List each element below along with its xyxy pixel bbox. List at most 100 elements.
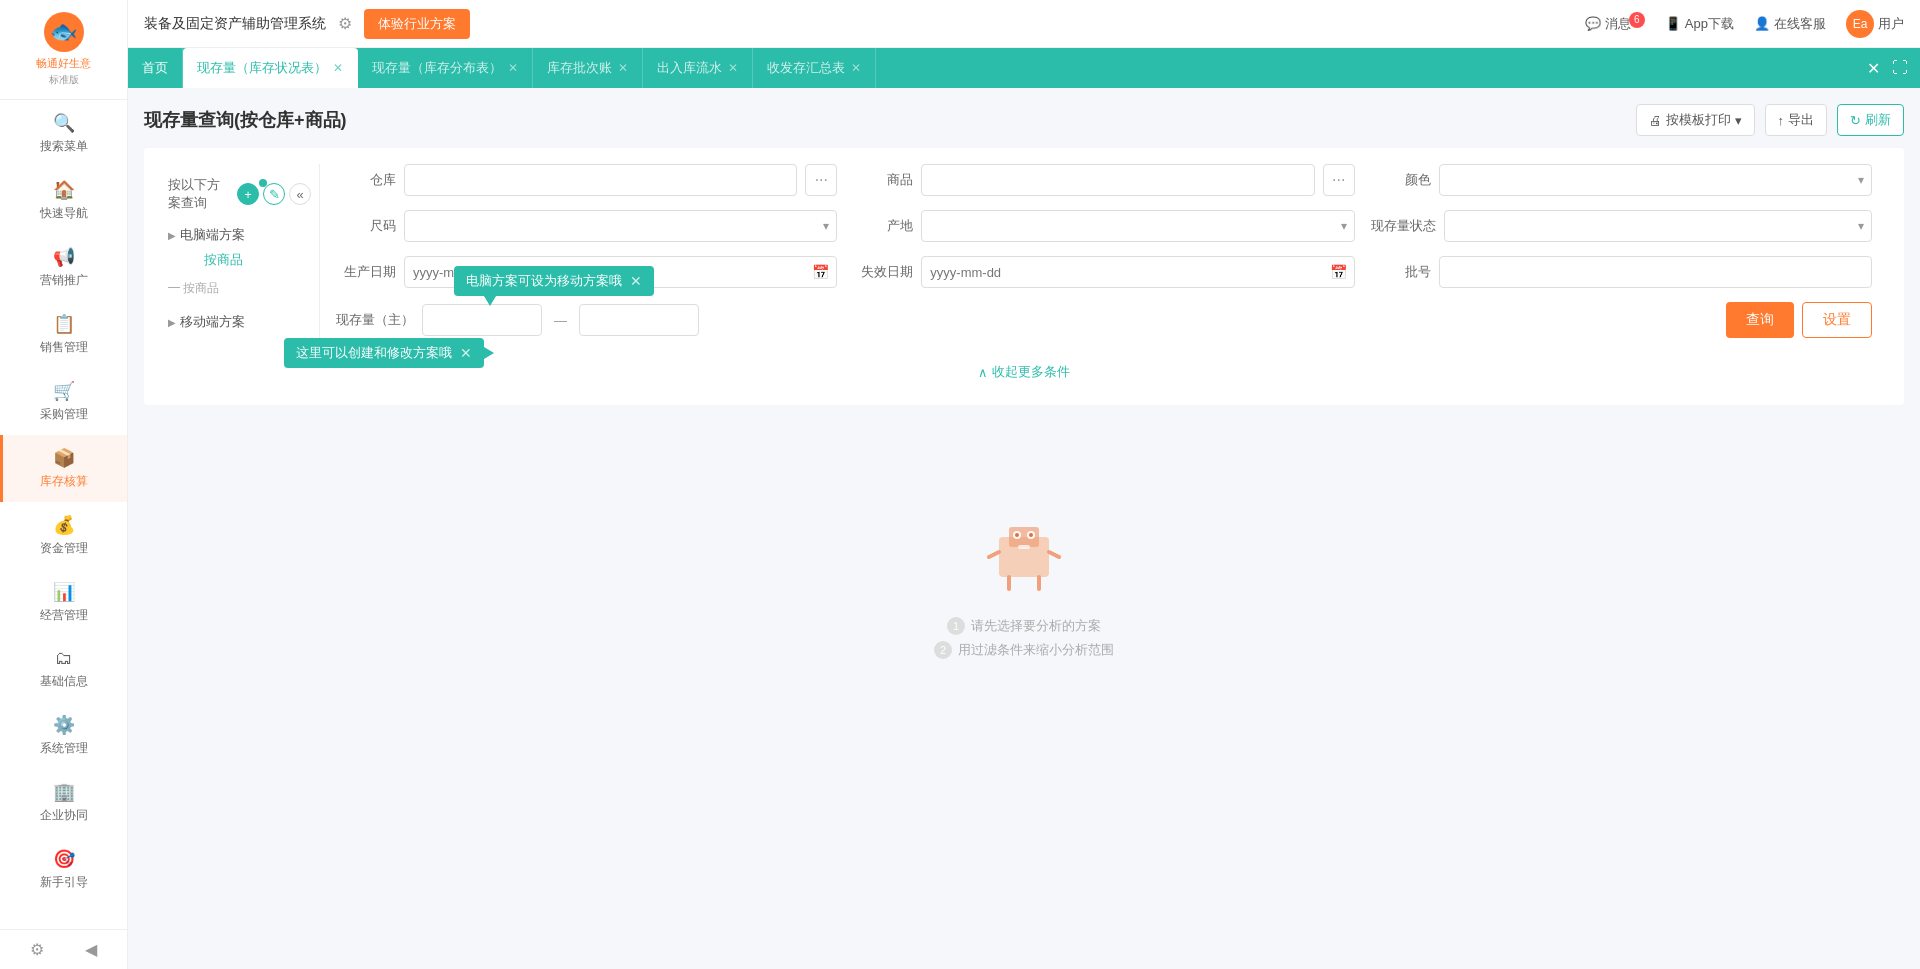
collapse-sidebar-btn[interactable]: ◀: [85, 940, 97, 959]
sidebar-item-quick-nav[interactable]: 🏠 快速导航: [0, 167, 127, 234]
sidebar-item-system[interactable]: ⚙️ 系统管理: [0, 702, 127, 769]
sidebar-item-marketing[interactable]: 📢 营销推广: [0, 234, 127, 301]
sidebar-item-enterprise[interactable]: 🏢 企业协同: [0, 769, 127, 836]
expand-mobile-icon: ▶: [168, 317, 176, 328]
sidebar-item-finance[interactable]: 💰 资金管理: [0, 502, 127, 569]
sidebar-item-sales[interactable]: 📋 销售管理: [0, 301, 127, 368]
user-item[interactable]: Ea 用户: [1846, 10, 1904, 38]
expand-icon: ▶: [168, 230, 176, 241]
tab-inout-flow[interactable]: 出入库流水 ✕: [643, 48, 753, 88]
scheme-panel: 按以下方案查询 + ✎ « ▶ 电脑端方案: [160, 164, 320, 355]
origin-select[interactable]: [921, 210, 1354, 242]
expire-date-start-wrapper: 📅: [921, 256, 1354, 288]
filter-field-status: 现存量状态 ▾: [1371, 210, 1872, 242]
scheme-desktop-node[interactable]: ▶ 电脑端方案: [160, 222, 319, 248]
export-btn[interactable]: ↑ 导出: [1765, 104, 1828, 136]
finance-icon: 💰: [53, 514, 75, 536]
basic-info-icon: 🗂: [55, 648, 73, 669]
sidebar-item-operations[interactable]: 📊 经营管理: [0, 569, 127, 636]
tab-inventory-status[interactable]: 现存量（库存状况表） ✕: [183, 48, 358, 88]
expire-date-start-input[interactable]: [921, 256, 1354, 288]
notification-item[interactable]: 💬 消息 6: [1585, 15, 1645, 33]
industry-btn[interactable]: 体验行业方案: [364, 9, 470, 39]
warehouse-ellipsis-btn[interactable]: ···: [805, 164, 837, 196]
print-template-btn[interactable]: 🖨 按模板打印 ▾: [1636, 104, 1755, 136]
tab-home[interactable]: 首页: [128, 48, 183, 88]
tab-inventory-dist-label: 现存量（库存分布表）: [372, 59, 502, 77]
tooltip-close-btn-1[interactable]: ✕: [630, 273, 642, 289]
sidebar: 🐟 畅通好生意 标准版 🔍 搜索菜单 🏠 快速导航 📢 营销推广 📋 销售管理 …: [0, 0, 128, 969]
app-header: 装备及固定资产辅助管理系统 ⚙ 体验行业方案 💬 消息 6 📱 App下载 👤 …: [128, 0, 1920, 48]
online-service-item[interactable]: 👤 在线客服: [1754, 15, 1826, 33]
avatar: Ea: [1846, 10, 1874, 38]
stock-main-start-input[interactable]: [422, 304, 542, 336]
tooltip-close-btn-2[interactable]: ✕: [460, 345, 472, 361]
warehouse-input[interactable]: [404, 164, 797, 196]
color-label: 颜色: [1371, 171, 1431, 189]
scheme-tree: ▶ 电脑端方案 按商品 ━ 按商品 ▶ 移动端方案: [160, 222, 319, 335]
refresh-label: 刷新: [1865, 111, 1891, 129]
batch-input[interactable]: [1439, 256, 1872, 288]
filter-field-origin: 产地 ▾: [853, 210, 1354, 242]
tab-close-icon[interactable]: ✕: [508, 61, 518, 75]
scheme-mobile-node[interactable]: ▶ 移动端方案: [160, 309, 319, 335]
tab-inventory-dist[interactable]: 现存量（库存分布表） ✕: [358, 48, 533, 88]
sidebar-item-purchase[interactable]: 🛒 采购管理: [0, 368, 127, 435]
query-label: 按以下方案查询: [168, 176, 231, 212]
app-download-item[interactable]: 📱 App下载: [1665, 15, 1734, 33]
svg-rect-6: [1018, 545, 1030, 549]
step-1-num: 1: [947, 617, 965, 635]
scheme-child-goods[interactable]: 按商品: [196, 248, 319, 272]
marketing-icon: 📢: [53, 246, 75, 268]
svg-point-5: [1029, 533, 1033, 537]
reset-btn[interactable]: 设置: [1802, 302, 1872, 338]
tooltip-text-1: 电脑方案可设为移动方案哦: [466, 272, 622, 290]
page-actions: 🖨 按模板打印 ▾ ↑ 导出 ↻ 刷新: [1636, 104, 1905, 136]
goods-ellipsis-btn[interactable]: ···: [1323, 164, 1355, 196]
tab-close-icon[interactable]: ✕: [618, 61, 628, 75]
color-select[interactable]: [1439, 164, 1872, 196]
svg-rect-1: [1009, 527, 1039, 547]
sidebar-item-inventory[interactable]: 📦 库存核算: [0, 435, 127, 502]
goods-label: 商品: [853, 171, 913, 189]
settings-bottom-btn[interactable]: ⚙: [30, 940, 44, 959]
close-other-tabs-icon[interactable]: ✕: [1863, 55, 1884, 82]
add-scheme-btn[interactable]: +: [237, 183, 259, 205]
tab-collect-summary[interactable]: 收发存汇总表 ✕: [753, 48, 876, 88]
tooltip-scheme-edit: 这里可以创建和修改方案哦 ✕: [284, 338, 484, 368]
tab-close-icon[interactable]: ✕: [333, 61, 343, 75]
sidebar-item-guide[interactable]: 🎯 新手引导: [0, 836, 127, 903]
page-header: 现存量查询(按仓库+商品) 🖨 按模板打印 ▾ ↑ 导出 ↻ 刷新: [144, 104, 1904, 136]
tabs-actions: ✕ ⛶: [1863, 55, 1920, 82]
sidebar-item-search-menu[interactable]: 🔍 搜索菜单: [0, 100, 127, 167]
size-select[interactable]: [404, 210, 837, 242]
collapse-icon: ∧: [978, 365, 988, 380]
online-service-label: 在线客服: [1774, 15, 1826, 33]
sidebar-item-label: 新手引导: [40, 874, 88, 891]
tab-close-icon[interactable]: ✕: [728, 61, 738, 75]
filter-field-expire-date: 失效日期 📅: [853, 256, 1354, 288]
filter-field-batch: 批号: [1371, 256, 1872, 288]
filter-field-color: 颜色 ▾: [1371, 164, 1872, 196]
empty-state: 1 请先选择要分析的方案 2 用过滤条件来缩小分析范围: [144, 417, 1904, 745]
size-label: 尺码: [336, 217, 396, 235]
edit-scheme-btn[interactable]: ✎: [263, 183, 285, 205]
origin-select-wrapper: ▾: [921, 210, 1354, 242]
header-settings-icon[interactable]: ⚙: [338, 14, 352, 33]
maximize-icon[interactable]: ⛶: [1888, 55, 1912, 81]
stock-main-end-input[interactable]: [579, 304, 699, 336]
sidebar-item-basic-info[interactable]: 🗂 基础信息: [0, 636, 127, 702]
tab-batch-ledger[interactable]: 库存批次账 ✕: [533, 48, 643, 88]
tab-close-icon[interactable]: ✕: [851, 61, 861, 75]
query-btn[interactable]: 查询: [1726, 302, 1794, 338]
sidebar-item-label: 搜索菜单: [40, 138, 88, 155]
warehouse-label: 仓库: [336, 171, 396, 189]
goods-input[interactable]: [921, 164, 1314, 196]
refresh-btn[interactable]: ↻ 刷新: [1837, 104, 1904, 136]
printer-icon: 🖨: [1649, 113, 1662, 128]
page-title: 现存量查询(按仓库+商品): [144, 108, 347, 132]
back-scheme-btn[interactable]: «: [289, 183, 311, 205]
refresh-icon: ↻: [1850, 113, 1861, 128]
empty-illustration: [974, 497, 1074, 597]
status-select[interactable]: [1444, 210, 1872, 242]
